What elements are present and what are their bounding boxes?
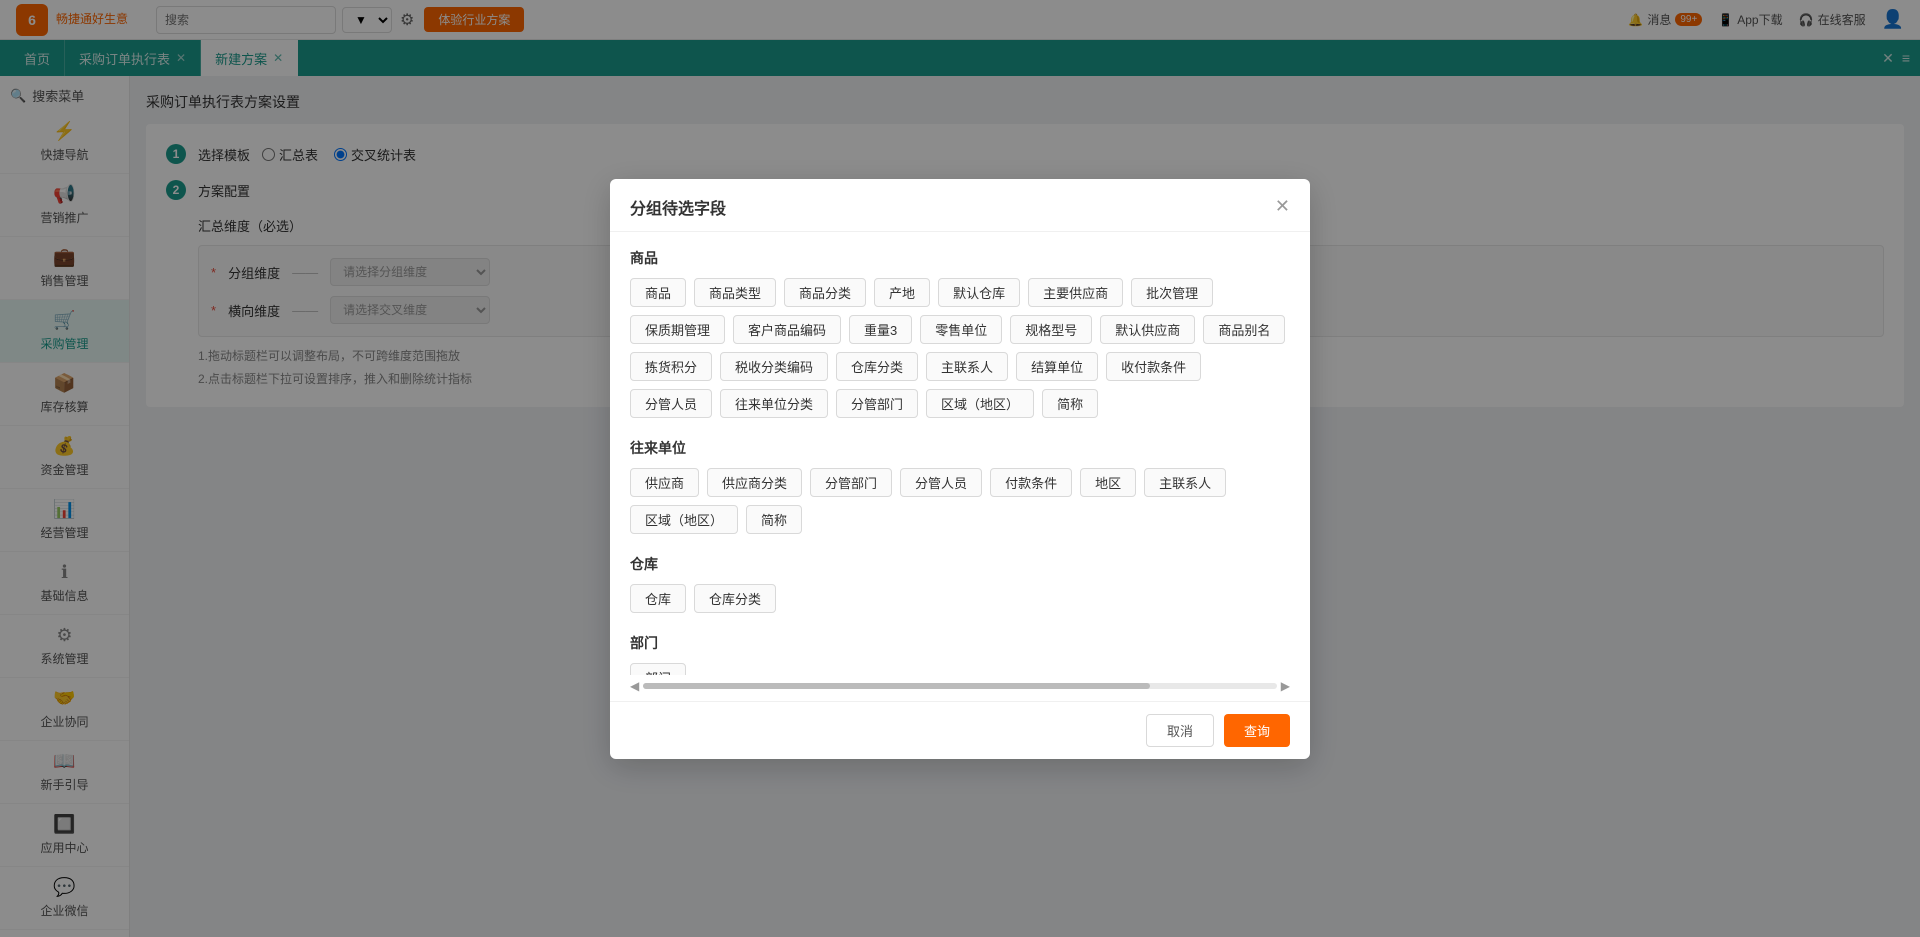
tag-partner-abbr[interactable]: 简称 [746,505,802,534]
confirm-button[interactable]: 查询 [1224,714,1290,747]
section-department-title: 部门 [630,633,1290,653]
modal-scrollbar-h: ◀ ▶ [610,675,1310,701]
tag-product-dept[interactable]: 分管部门 [836,389,918,418]
tag-product-batch[interactable]: 批次管理 [1131,278,1213,307]
tag-product-weight[interactable]: 重量3 [849,315,912,344]
tag-partner-region[interactable]: 地区 [1080,468,1136,497]
section-warehouse: 仓库 仓库 仓库分类 [630,554,1290,613]
modal-title: 分组待选字段 [630,195,726,219]
tag-dept-dept[interactable]: 部门 [630,663,686,675]
tag-product-expiry[interactable]: 保质期管理 [630,315,725,344]
tag-product-goods[interactable]: 商品 [630,278,686,307]
tag-partner-supplier-cat[interactable]: 供应商分类 [707,468,802,497]
tag-wh-category[interactable]: 仓库分类 [694,584,776,613]
modal-header: 分组待选字段 ✕ [610,179,1310,232]
tag-partner-supplier[interactable]: 供应商 [630,468,699,497]
tag-product-wh-cat[interactable]: 仓库分类 [836,352,918,381]
section-product-tags: 商品 商品类型 商品分类 产地 默认仓库 主要供应商 批次管理 保质期管理 客户… [630,278,1290,418]
tag-product-retail-unit[interactable]: 零售单位 [920,315,1002,344]
section-department-tags: 部门 [630,663,1290,675]
tag-product-region[interactable]: 区域（地区） [926,389,1034,418]
tag-product-alias[interactable]: 商品别名 [1203,315,1285,344]
cancel-button[interactable]: 取消 [1146,714,1214,747]
section-product-title: 商品 [630,248,1290,268]
section-department: 部门 部门 [630,633,1290,675]
tag-product-main-supplier[interactable]: 主要供应商 [1028,278,1123,307]
tag-product-default-wh[interactable]: 默认仓库 [938,278,1020,307]
scroll-right-btn[interactable]: ▶ [1281,679,1290,693]
tag-product-contact[interactable]: 主联系人 [926,352,1008,381]
tag-product-settle-unit[interactable]: 结算单位 [1016,352,1098,381]
tag-product-type[interactable]: 商品类型 [694,278,776,307]
tag-product-pick-score[interactable]: 拣货积分 [630,352,712,381]
field-select-modal: 分组待选字段 ✕ 商品 商品 商品类型 商品分类 产地 默认仓库 主要供应商 批… [610,179,1310,759]
tag-partner-manager[interactable]: 分管人员 [900,468,982,497]
tag-wh-warehouse[interactable]: 仓库 [630,584,686,613]
tag-product-pay-term[interactable]: 收付款条件 [1106,352,1201,381]
modal-overlay: 分组待选字段 ✕ 商品 商品 商品类型 商品分类 产地 默认仓库 主要供应商 批… [0,0,1920,937]
tag-product-def-supplier[interactable]: 默认供应商 [1100,315,1195,344]
scrollbar-thumb [643,683,1150,689]
section-partner-tags: 供应商 供应商分类 分管部门 分管人员 付款条件 地区 主联系人 区域（地区） … [630,468,1290,534]
tag-partner-area[interactable]: 区域（地区） [630,505,738,534]
tag-product-tax-code[interactable]: 税收分类编码 [720,352,828,381]
tag-product-abbr[interactable]: 简称 [1042,389,1098,418]
tag-partner-pay-term[interactable]: 付款条件 [990,468,1072,497]
modal-body: 商品 商品 商品类型 商品分类 产地 默认仓库 主要供应商 批次管理 保质期管理… [610,232,1310,675]
scroll-left-btn[interactable]: ◀ [630,679,639,693]
tag-product-origin[interactable]: 产地 [874,278,930,307]
section-warehouse-title: 仓库 [630,554,1290,574]
scrollbar-track [643,683,1277,689]
tag-product-category[interactable]: 商品分类 [784,278,866,307]
modal-close-btn[interactable]: ✕ [1275,196,1290,217]
section-product: 商品 商品 商品类型 商品分类 产地 默认仓库 主要供应商 批次管理 保质期管理… [630,248,1290,418]
tag-product-partner-cat[interactable]: 往来单位分类 [720,389,828,418]
tag-product-manager[interactable]: 分管人员 [630,389,712,418]
tag-partner-dept[interactable]: 分管部门 [810,468,892,497]
section-partner-title: 往来单位 [630,438,1290,458]
modal-footer: 取消 查询 [610,701,1310,759]
tag-partner-contact[interactable]: 主联系人 [1144,468,1226,497]
tag-product-spec[interactable]: 规格型号 [1010,315,1092,344]
section-warehouse-tags: 仓库 仓库分类 [630,584,1290,613]
section-partner: 往来单位 供应商 供应商分类 分管部门 分管人员 付款条件 地区 主联系人 区域… [630,438,1290,534]
tag-product-cust-code[interactable]: 客户商品编码 [733,315,841,344]
